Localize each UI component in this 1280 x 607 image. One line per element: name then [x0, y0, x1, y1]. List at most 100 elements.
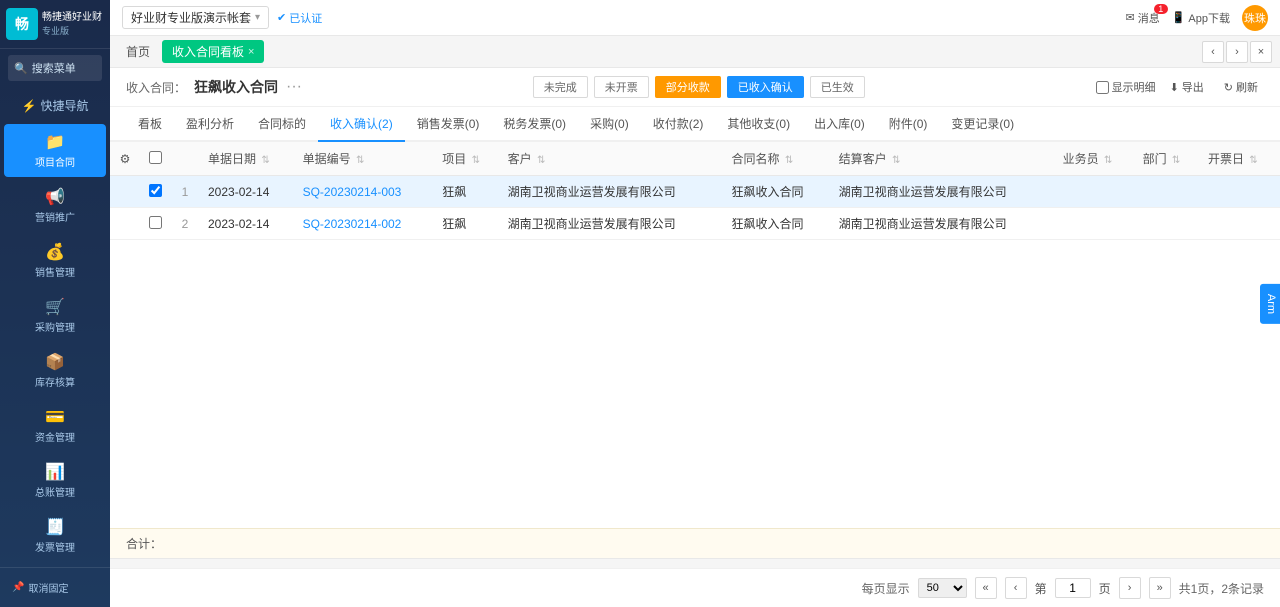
user-name: 珠珠	[1244, 10, 1266, 26]
sidebar-item-purchase[interactable]: 🛒 采购管理	[4, 289, 106, 342]
data-table: ⚙ 单据日期 ⇅ 单据编号 ⇅ 项目 ⇅ 客户 ⇅ 合同名称 ⇅ 结算客户 ⇅ …	[110, 142, 1280, 240]
row2-end-customer: 湖南卫视商业运营发展有限公司	[831, 208, 1055, 240]
status-tag-uninvoiced[interactable]: 未开票	[594, 76, 649, 98]
row1-project: 狂飙	[434, 176, 499, 208]
sidebar-item-label-0: 项目合同	[35, 154, 75, 169]
col-salesman[interactable]: 业务员 ⇅	[1055, 142, 1135, 176]
company-name: 好业财专业版演示帐套	[131, 9, 251, 26]
content-actions: 显示明细 ⬇ 导出 ↻ 刷新	[1096, 76, 1264, 98]
show-detail-input[interactable]	[1096, 81, 1109, 94]
last-page-button[interactable]: »	[1149, 577, 1171, 599]
refresh-button[interactable]: ↻ 刷新	[1218, 76, 1264, 98]
col-open-date[interactable]: 开票日 ⇅	[1200, 142, 1280, 176]
active-tab[interactable]: 收入合同看板 ×	[162, 40, 264, 63]
pagination: 每页显示 20 50 100 « ‹ 第 页 › » 共1页，2条记录	[110, 568, 1280, 607]
subtab-attachments[interactable]: 附件(0)	[877, 107, 940, 142]
row1-code-link[interactable]: SQ-20230214-003	[303, 185, 402, 199]
content-header: 收入合同： 狂飙收入合同 ··· 未完成 未开票 部分收款 已收入确认 已生效 …	[110, 68, 1280, 107]
show-detail-checkbox[interactable]: 显示明细	[1096, 79, 1156, 95]
select-all-checkbox[interactable]	[149, 151, 162, 164]
col-department[interactable]: 部门 ⇅	[1135, 142, 1200, 176]
more-options-icon[interactable]: ···	[286, 78, 302, 96]
subtab-changes[interactable]: 变更记录(0)	[939, 107, 1026, 142]
page-size-select[interactable]: 20 50 100	[918, 578, 967, 598]
subtab-sales-invoice[interactable]: 销售发票(0)	[405, 107, 492, 142]
main-area: 好业财专业版演示帐套 ▾ ✔ 已认证 ✉ 消息 1 📱 App下载 珠珠	[110, 0, 1280, 607]
row1-open-date	[1200, 176, 1280, 208]
status-tag-incomplete[interactable]: 未完成	[533, 76, 588, 98]
col-contract[interactable]: 合同名称 ⇅	[724, 142, 831, 176]
page-number-input[interactable]	[1055, 578, 1091, 598]
check-icon: ✔	[277, 11, 286, 24]
purchase-icon: 🛒	[45, 297, 65, 317]
col-date[interactable]: 单据日期 ⇅	[200, 142, 295, 176]
sidebar-item-marketing[interactable]: 📢 营销推广	[4, 179, 106, 232]
status-tag-effective[interactable]: 已生效	[810, 76, 865, 98]
sidebar-item-project-contract[interactable]: 📁 项目合同	[4, 124, 106, 177]
tab-close-icon[interactable]: ×	[248, 46, 254, 58]
sales-icon: 💰	[45, 242, 65, 262]
total-label: 合计：	[126, 535, 162, 552]
avatar[interactable]: 珠珠	[1242, 5, 1268, 31]
project-contract-icon: 📁	[45, 132, 65, 152]
tab-next-button[interactable]: ›	[1226, 41, 1248, 63]
subtab-payment[interactable]: 收付款(2)	[641, 107, 716, 142]
content-title-section: 收入合同： 狂飙收入合同 ···	[126, 77, 302, 97]
tab-prev-button[interactable]: ‹	[1202, 41, 1224, 63]
subtab-revenue-confirm[interactable]: 收入确认(2)	[318, 107, 405, 142]
prev-page-button[interactable]: ‹	[1005, 577, 1027, 599]
unpin-label: 取消固定	[28, 580, 68, 595]
company-selector[interactable]: 好业财专业版演示帐套 ▾	[122, 6, 269, 29]
topbar-left: 好业财专业版演示帐套 ▾ ✔ 已认证	[122, 6, 322, 29]
table-footer: 合计：	[110, 528, 1280, 558]
subtab-subject[interactable]: 合同标的	[246, 107, 318, 142]
row1-customer: 湖南卫视商业运营发展有限公司	[500, 176, 724, 208]
row2-checkbox[interactable]	[140, 208, 170, 240]
home-tab[interactable]: 首页	[118, 43, 158, 60]
col-project[interactable]: 项目 ⇅	[434, 142, 499, 176]
quick-nav-label: 快捷导航	[40, 97, 88, 114]
table-row[interactable]: 1 2023-02-14 SQ-20230214-003 狂飙 湖南卫视商业运营…	[110, 176, 1280, 208]
next-page-button[interactable]: ›	[1119, 577, 1141, 599]
subtab-warehouse[interactable]: 出入库(0)	[802, 107, 877, 142]
subtab-tax-invoice[interactable]: 税务发票(0)	[491, 107, 578, 142]
sidebar-item-invoice[interactable]: 🧾 发票管理	[4, 509, 106, 562]
row1-department	[1135, 176, 1200, 208]
unpin-button[interactable]: 📌 取消固定	[8, 576, 102, 599]
sidebar-item-label-4: 库存核算	[35, 374, 75, 389]
row2-code-link[interactable]: SQ-20230214-002	[303, 217, 402, 231]
subtab-profit[interactable]: 盈利分析	[174, 107, 246, 142]
row1-checkbox[interactable]	[140, 176, 170, 208]
row2-project: 狂飙	[434, 208, 499, 240]
row2-customer: 湖南卫视商业运营发展有限公司	[500, 208, 724, 240]
sidebar-item-ledger[interactable]: 📊 总账管理	[4, 454, 106, 507]
content-title-prefix: 收入合同：	[126, 79, 186, 96]
sidebar-item-inventory[interactable]: 📦 库存核算	[4, 344, 106, 397]
col-code[interactable]: 单据编号 ⇅	[295, 142, 435, 176]
first-page-button[interactable]: «	[975, 577, 997, 599]
export-button[interactable]: ⬇ 导出	[1164, 76, 1210, 98]
subtab-purchase[interactable]: 采购(0)	[578, 107, 641, 142]
col-settings[interactable]: ⚙	[110, 142, 140, 176]
col-customer[interactable]: 客户 ⇅	[500, 142, 724, 176]
finance-icon: 💳	[45, 407, 65, 427]
search-menu-button[interactable]: 🔍 搜索菜单	[8, 55, 102, 81]
status-tag-partial-payment[interactable]: 部分收款	[655, 76, 721, 98]
table-scrollbar[interactable]	[110, 558, 1280, 568]
sidebar-item-sales[interactable]: 💰 销售管理	[4, 234, 106, 287]
table-row[interactable]: 2 2023-02-14 SQ-20230214-002 狂飙 湖南卫视商业运营…	[110, 208, 1280, 240]
search-icon: 🔍	[14, 62, 28, 75]
arm-float-button[interactable]: Arm	[1260, 283, 1280, 323]
tab-close-all-button[interactable]: ×	[1250, 41, 1272, 63]
app-download-button[interactable]: 📱 App下载	[1172, 10, 1230, 26]
row2-num: 2	[170, 208, 200, 240]
subtab-other-income[interactable]: 其他收支(0)	[715, 107, 802, 142]
message-icon: ✉	[1126, 11, 1135, 24]
col-end-customer[interactable]: 结算客户 ⇅	[831, 142, 1055, 176]
status-tag-confirmed[interactable]: 已收入确认	[727, 76, 804, 98]
sidebar-item-quick-nav[interactable]: ⚡ 快捷导航	[4, 89, 106, 122]
message-button[interactable]: ✉ 消息 1	[1126, 10, 1160, 26]
subtab-dashboard[interactable]: 看板	[126, 107, 174, 142]
sidebar-item-finance[interactable]: 💳 资金管理	[4, 399, 106, 452]
sidebar-item-label-3: 采购管理	[35, 319, 75, 334]
